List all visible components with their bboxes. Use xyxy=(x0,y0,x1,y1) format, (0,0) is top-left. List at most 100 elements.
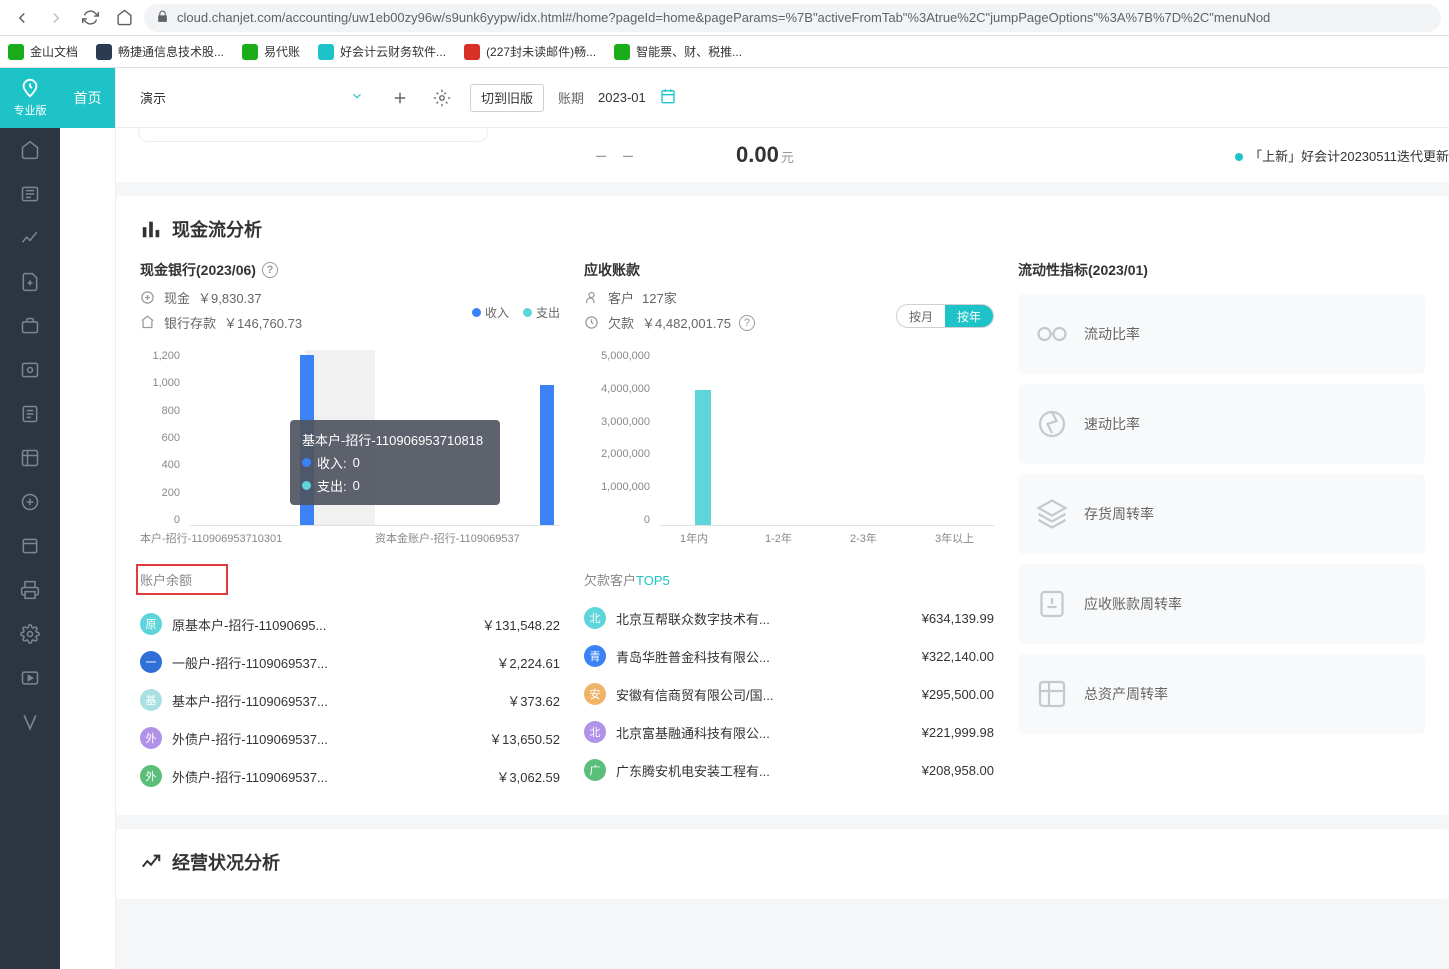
toggle-month[interactable]: 按月 xyxy=(897,305,945,327)
customer-name: 北京富基融通科技有限公... xyxy=(616,723,770,742)
rail-funds-icon[interactable] xyxy=(0,260,60,304)
deposit-metric: 银行存款 ￥146,760.73 xyxy=(140,313,302,332)
account-value: ￥13,650.52 xyxy=(489,729,560,748)
bookmark-item[interactable]: 易代账 xyxy=(242,43,300,60)
url-text: cloud.chanjet.com/accounting/uw1eb00zy96… xyxy=(177,10,1429,25)
indicator-icon xyxy=(1034,586,1070,622)
account-row[interactable]: 一一般户-招行-1109069537...￥2,224.61 xyxy=(140,643,560,681)
indicator-card[interactable]: 存货周转率 xyxy=(1018,474,1425,554)
cash-icon xyxy=(140,290,156,306)
add-button[interactable] xyxy=(386,84,414,112)
account-value: ￥3,062.59 xyxy=(496,767,560,786)
rail-salary-icon[interactable] xyxy=(0,348,60,392)
customer-badge: 广 xyxy=(584,759,606,781)
account-badge: 基 xyxy=(140,689,162,711)
rail-video-icon[interactable] xyxy=(0,656,60,700)
help-icon[interactable]: ? xyxy=(739,315,755,331)
bookmark-item[interactable]: (227封未读邮件)畅... xyxy=(464,43,596,60)
legend: 收入 支出 xyxy=(472,304,560,321)
period-label: 账期 xyxy=(558,88,584,107)
rail-invoice-icon[interactable] xyxy=(0,392,60,436)
account-row[interactable]: 外外债户-招行-1109069537...￥13,650.52 xyxy=(140,719,560,757)
user-icon xyxy=(584,290,600,306)
toggle-year[interactable]: 按年 xyxy=(945,305,993,327)
bookmark-favicon xyxy=(464,44,480,60)
card-header: 现金流分析 xyxy=(140,216,1425,242)
chevron-down-icon xyxy=(350,89,364,106)
account-row[interactable]: 原原基本户-招行-11090695...￥131,548.22 xyxy=(140,605,560,643)
top5-list: 北北京互帮联众数字技术有...¥634,139.99青青岛华胜普金科技有限公..… xyxy=(584,599,994,789)
cash-section-title: 现金银行(2023/06) ? xyxy=(140,260,302,280)
top-toolbar: 演示 切到旧版 账期 2023-01 xyxy=(116,68,1449,128)
col-cash: 现金银行(2023/06) ? 现金 ￥9,830.37 xyxy=(140,260,560,795)
rail-v-icon[interactable] xyxy=(0,700,60,744)
bookmark-item[interactable]: 金山文档 xyxy=(8,43,78,60)
bookmark-item[interactable]: 好会计云财务软件... xyxy=(318,43,446,60)
rail-voucher-icon[interactable] xyxy=(0,172,60,216)
help-icon[interactable]: ? xyxy=(262,262,278,278)
account-row[interactable]: 基基本户-招行-1109069537...￥373.62 xyxy=(140,681,560,719)
bar-chart-icon xyxy=(140,218,162,240)
top5-row[interactable]: 广广东腾安机电安装工程有...¥208,958.00 xyxy=(584,751,994,789)
search-pill[interactable] xyxy=(138,128,488,142)
browser-chrome: cloud.chanjet.com/accounting/uw1eb00zy96… xyxy=(0,0,1449,36)
accounts-list: 原原基本户-招行-11090695...￥131,548.22一一般户-招行-1… xyxy=(140,605,560,795)
rail-settings-icon[interactable] xyxy=(0,612,60,656)
cash-bar-chart: 1,2001,0008006004002000 基本户-招行-110906953… xyxy=(140,350,560,550)
bookmarks-bar: 金山文档 畅捷通信息技术股... 易代账 好会计云财务软件... (227封未读邮件)畅… xyxy=(0,36,1449,68)
top5-row[interactable]: 安安徽有信商贸有限公司/国...¥295,500.00 xyxy=(584,675,994,713)
account-row[interactable]: 外外债户-招行-1109069537...￥3,062.59 xyxy=(140,757,560,795)
indicator-label: 总资产周转率 xyxy=(1084,684,1168,704)
content-scroll[interactable]: – – 0.00元 「上新」好会计20230511迭代更新 现金流分析 xyxy=(116,128,1449,969)
account-badge: 原 xyxy=(140,613,162,635)
account-value: ￥2,224.61 xyxy=(496,653,560,672)
app-container: 专业版 首页 演示 切到旧版 账期 2023-0 xyxy=(0,68,1449,969)
indicator-card[interactable]: 应收账款周转率 xyxy=(1018,564,1425,644)
top5-row[interactable]: 北北京富基融通科技有限公...¥221,999.98 xyxy=(584,713,994,751)
rail-assets-icon[interactable] xyxy=(0,304,60,348)
indicator-card[interactable]: 流动比率 xyxy=(1018,294,1425,374)
receivable-title: 应收账款 xyxy=(584,260,755,280)
rail-print-icon[interactable] xyxy=(0,568,60,612)
calendar-icon[interactable] xyxy=(660,88,676,107)
customer-name: 安徽有信商贸有限公司/国... xyxy=(616,685,773,704)
account-name: 原基本户-招行-11090695... xyxy=(172,615,326,634)
org-select[interactable]: 演示 xyxy=(132,82,372,114)
account-value: ￥373.62 xyxy=(507,691,560,710)
url-bar[interactable]: cloud.chanjet.com/accounting/uw1eb00zy96… xyxy=(144,4,1441,32)
news-item[interactable]: 「上新」好会计20230511迭代更新 xyxy=(1235,146,1449,165)
rail-report-icon[interactable] xyxy=(0,216,60,260)
top5-row[interactable]: 北北京互帮联众数字技术有...¥634,139.99 xyxy=(584,599,994,637)
customer-badge: 北 xyxy=(584,721,606,743)
left-rail: 专业版 xyxy=(0,68,60,969)
bookmark-item[interactable]: 智能票、财、税推... xyxy=(614,43,742,60)
indicator-label: 速动比率 xyxy=(1084,414,1140,434)
gear-icon[interactable] xyxy=(428,84,456,112)
rail-logo[interactable]: 专业版 xyxy=(0,68,60,128)
indicator-card[interactable]: 总资产周转率 xyxy=(1018,654,1425,734)
customer-badge: 北 xyxy=(584,607,606,629)
rail-logo-text: 专业版 xyxy=(14,102,47,118)
rail-archive-icon[interactable] xyxy=(0,436,60,480)
indicator-card[interactable]: 速动比率 xyxy=(1018,384,1425,464)
home-button[interactable] xyxy=(110,4,138,32)
rail-home-icon[interactable] xyxy=(0,128,60,172)
switch-old-button[interactable]: 切到旧版 xyxy=(470,84,544,112)
top5-row[interactable]: 青青岛华胜普金科技有限公...¥322,140.00 xyxy=(584,637,994,675)
trend-icon xyxy=(140,851,162,873)
reload-button[interactable] xyxy=(76,4,104,32)
cashflow-card: 现金流分析 现金银行(2023/06) ? xyxy=(116,196,1449,815)
rail-closing-icon[interactable] xyxy=(0,524,60,568)
account-name: 外债户-招行-1109069537... xyxy=(172,767,328,786)
back-button[interactable] xyxy=(8,4,36,32)
indicators-list: 流动比率速动比率存货周转率应收账款周转率总资产周转率 xyxy=(1018,294,1425,734)
main-area: 演示 切到旧版 账期 2023-01 – – 0.00元 「上新」好会计2023… xyxy=(116,68,1449,969)
legend-expense-dot xyxy=(523,308,532,317)
account-badge: 一 xyxy=(140,651,162,673)
bookmark-favicon xyxy=(318,44,334,60)
forward-button[interactable] xyxy=(42,4,70,32)
tab-home[interactable]: 首页 xyxy=(60,68,115,128)
rail-tax-icon[interactable] xyxy=(0,480,60,524)
bookmark-item[interactable]: 畅捷通信息技术股... xyxy=(96,43,224,60)
bookmark-favicon xyxy=(96,44,112,60)
